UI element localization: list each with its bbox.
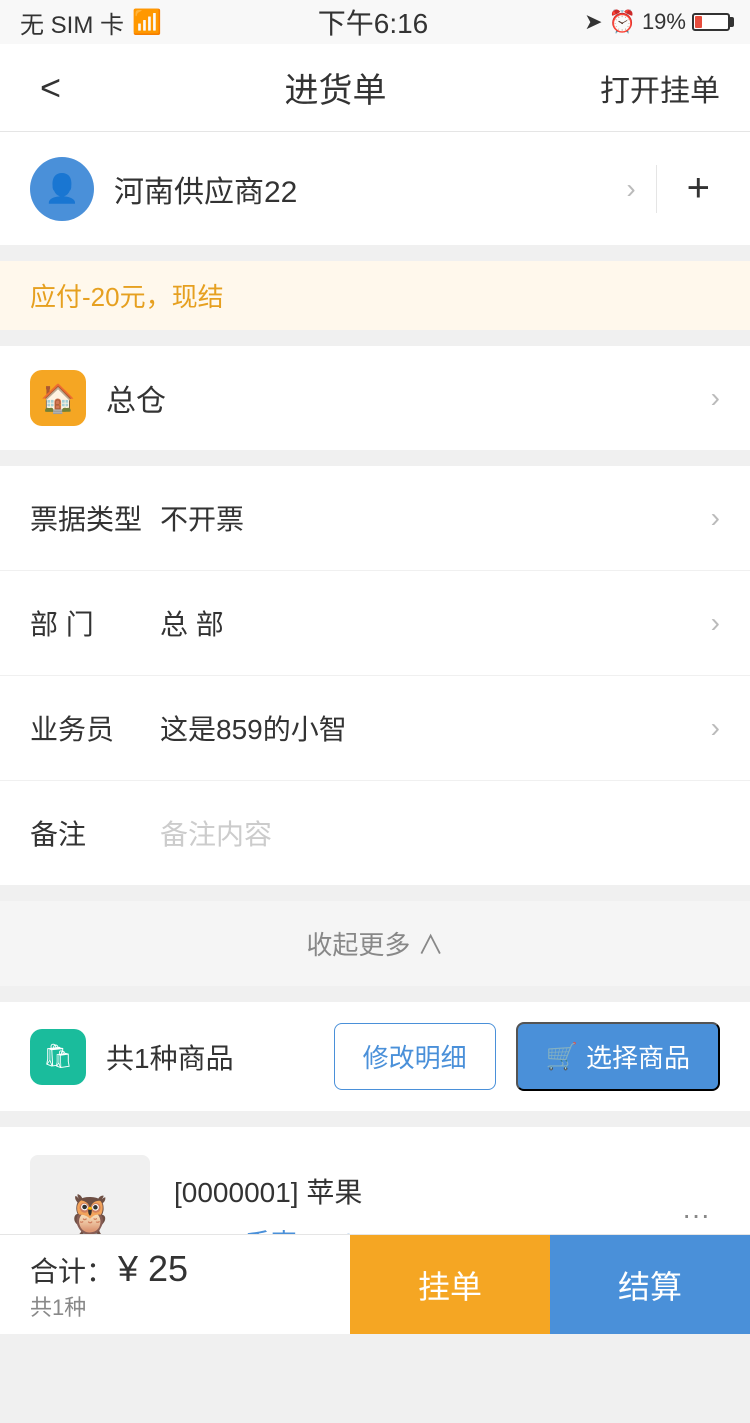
location-icon: ➤ — [584, 9, 602, 35]
battery-icon — [692, 13, 730, 31]
salesperson-label: 业务员 — [30, 708, 150, 748]
warehouse-name: 总仓 — [106, 376, 711, 420]
department-label: 部 门 — [30, 603, 150, 643]
wifi-icon: 📶 — [132, 8, 162, 37]
invoice-type-row[interactable]: 票据类型 不开票 › — [0, 466, 750, 570]
salesperson-row[interactable]: 业务员 这是859的小智 › — [0, 675, 750, 780]
content: 👤 河南供应商22 › + 应付-20元，现结 🏠 总仓 › 票据类型 不开票 … — [0, 132, 750, 1423]
salesperson-value: 这是859的小智 — [160, 708, 711, 748]
supplier-chevron-icon: › — [626, 173, 635, 205]
notice-banner: 应付-20元，现结 — [0, 261, 750, 330]
supplier-name: 河南供应商22 — [114, 167, 626, 211]
edit-detail-button[interactable]: 修改明细 — [334, 1023, 496, 1090]
total-label: 合计： — [30, 1250, 114, 1290]
invoice-type-value: 不开票 — [160, 498, 711, 538]
remark-placeholder: 备注内容 — [160, 813, 720, 853]
battery-fill — [695, 16, 702, 28]
total-sub: 共1种 — [30, 1290, 320, 1322]
form-card: 票据类型 不开票 › 部 门 总 部 › 业务员 这是859的小智 › 备注 备… — [0, 466, 750, 885]
battery-percent: 19% — [642, 9, 686, 35]
supplier-card: 👤 河南供应商22 › + — [0, 132, 750, 245]
supplier-row[interactable]: 👤 河南供应商22 › + — [0, 132, 750, 245]
product-owl-icon: 🦉 — [65, 1192, 115, 1239]
page-title: 进货单 — [285, 63, 387, 112]
avatar-icon: 👤 — [45, 172, 80, 205]
add-supplier-button[interactable]: + — [677, 156, 720, 221]
product-code: [0000001] — [174, 1177, 299, 1208]
invoice-type-chevron-icon: › — [711, 502, 720, 534]
status-right: ➤ ⏰ 19% — [584, 9, 730, 35]
alarm-icon: ⏰ — [609, 9, 636, 35]
product-title: 苹果 — [306, 1177, 362, 1208]
select-product-button[interactable]: 🛒 选择商品 — [516, 1022, 720, 1091]
product-section-header: 🛍 共1种商品 修改明细 🛒 选择商品 — [0, 1002, 750, 1111]
warehouse-card[interactable]: 🏠 总仓 › — [0, 346, 750, 450]
salesperson-chevron-icon: › — [711, 712, 720, 744]
department-row[interactable]: 部 门 总 部 › — [0, 570, 750, 675]
product-name: [0000001] 苹果 — [174, 1171, 648, 1211]
total-amount: ¥ 25 — [118, 1248, 188, 1290]
warehouse-chevron-icon: › — [711, 382, 720, 414]
open-hang-button[interactable]: 打开挂单 — [600, 66, 720, 110]
time-label: 下午6:16 — [318, 2, 429, 42]
warehouse-row[interactable]: 🏠 总仓 › — [0, 346, 750, 450]
status-left: 无 SIM 卡 📶 — [20, 5, 162, 40]
back-button[interactable]: < — [30, 57, 71, 119]
department-value: 总 部 — [160, 603, 711, 643]
bottom-bar: 合计： ¥ 25 共1种 挂单 结算 — [0, 1234, 750, 1334]
product-count: 共1种商品 — [106, 1037, 314, 1077]
invoice-type-label: 票据类型 — [30, 498, 150, 538]
supplier-avatar: 👤 — [30, 157, 94, 221]
collapse-bar[interactable]: 收起更多 ∧ — [0, 901, 750, 986]
select-product-label: 选择商品 — [586, 1038, 690, 1075]
product-icon: 🛍 — [30, 1029, 86, 1085]
remark-label: 备注 — [30, 813, 150, 853]
supplier-divider — [656, 165, 657, 213]
status-bar: 无 SIM 卡 📶 下午6:16 ➤ ⏰ 19% — [0, 0, 750, 44]
nav-bar: < 进货单 打开挂单 — [0, 44, 750, 132]
checkout-button[interactable]: 结算 — [550, 1235, 750, 1334]
total-section: 合计： ¥ 25 共1种 — [0, 1235, 350, 1334]
cart-icon: 🛒 — [546, 1041, 578, 1072]
hang-button[interactable]: 挂单 — [350, 1235, 550, 1334]
carrier-label: 无 SIM 卡 — [20, 5, 124, 40]
remark-row[interactable]: 备注 备注内容 — [0, 780, 750, 885]
department-chevron-icon: › — [711, 607, 720, 639]
warehouse-icon: 🏠 — [30, 370, 86, 426]
